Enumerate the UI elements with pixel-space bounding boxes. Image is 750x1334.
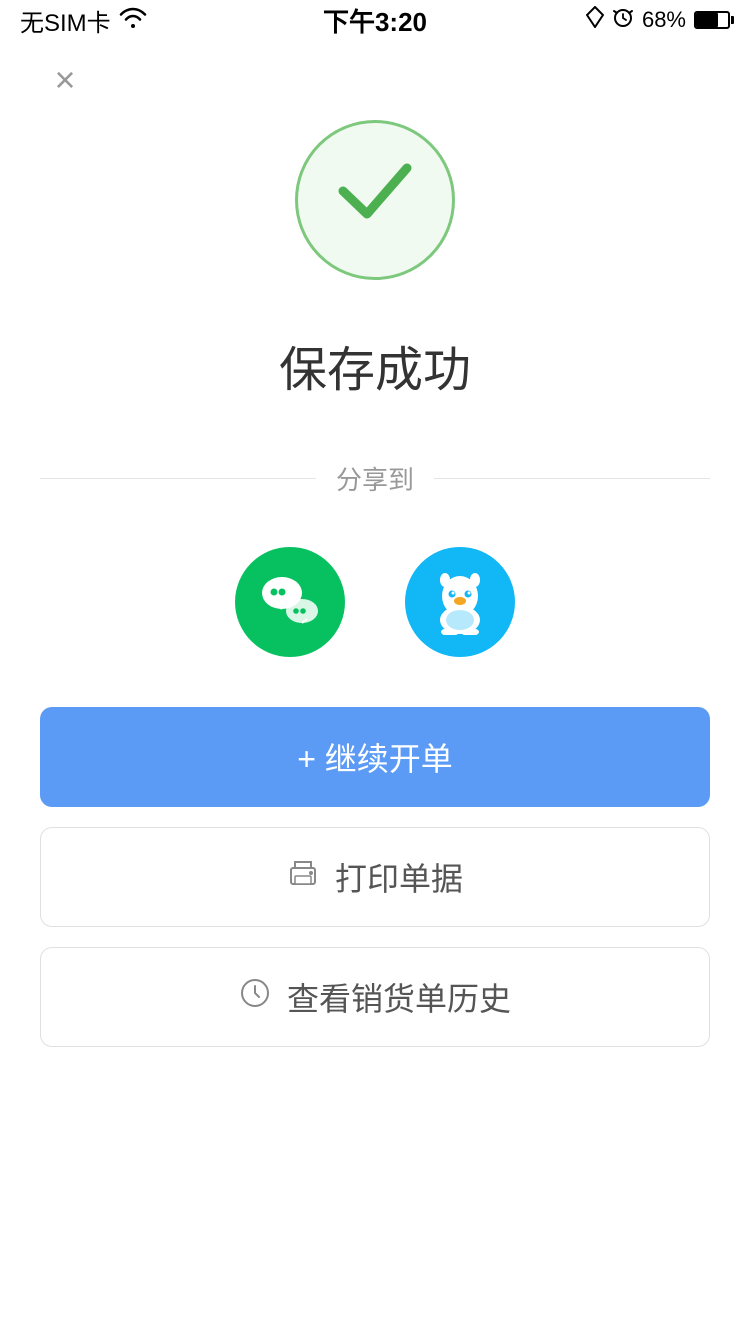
- history-label: 查看销货单历史: [287, 974, 511, 1020]
- print-button[interactable]: 打印单据: [40, 827, 710, 927]
- history-icon: [239, 977, 271, 1017]
- status-time: 下午3:20: [323, 2, 427, 39]
- alarm-icon: [612, 6, 634, 34]
- battery-text: 68%: [642, 7, 686, 33]
- carrier-label: 无SIM卡: [20, 3, 111, 38]
- location-icon: [586, 6, 604, 34]
- share-divider: 分享到: [40, 460, 710, 497]
- checkmark-icon: [335, 156, 415, 239]
- share-label: 分享到: [336, 460, 414, 497]
- qq-share-button[interactable]: [405, 547, 515, 657]
- status-left: 无SIM卡: [20, 3, 147, 38]
- continue-order-button[interactable]: + 继续开单: [40, 707, 710, 807]
- main-content: 保存成功 分享到: [0, 40, 750, 1047]
- battery-icon: [694, 11, 730, 29]
- divider-left: [40, 478, 316, 479]
- history-button[interactable]: 查看销货单历史: [40, 947, 710, 1047]
- share-section: 分享到: [0, 460, 750, 657]
- wechat-share-button[interactable]: [235, 547, 345, 657]
- status-bar: 无SIM卡 下午3:20 68%: [0, 0, 750, 40]
- success-icon-circle: [295, 120, 455, 280]
- success-title: 保存成功: [279, 330, 471, 400]
- wifi-icon: [119, 6, 147, 35]
- close-icon: ×: [54, 62, 75, 98]
- print-icon: [287, 858, 319, 896]
- divider-right: [434, 478, 710, 479]
- close-button[interactable]: ×: [40, 55, 90, 105]
- print-label: 打印单据: [335, 854, 463, 900]
- action-buttons: + 继续开单 打印单据 查看销货单历史: [0, 707, 750, 1047]
- status-right: 68%: [586, 6, 730, 34]
- share-icons: [40, 547, 710, 657]
